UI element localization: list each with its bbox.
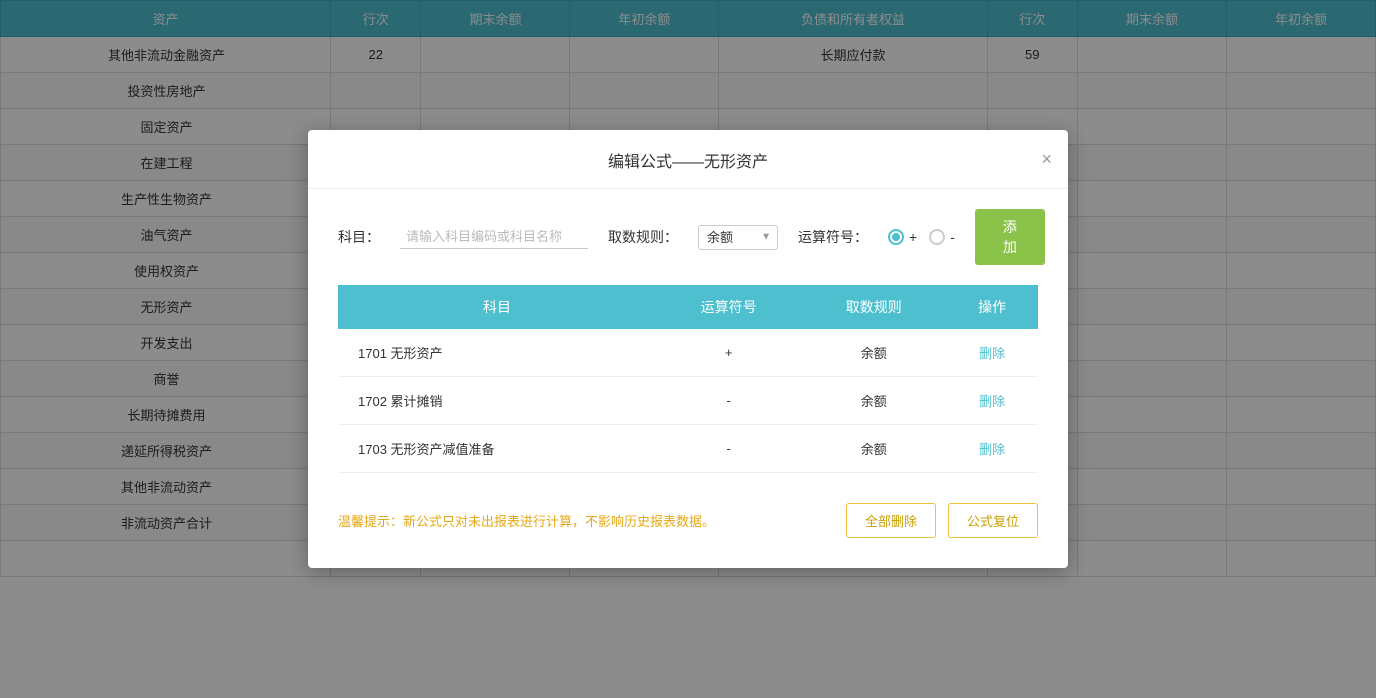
close-button[interactable]: × xyxy=(1041,150,1052,168)
delete-link[interactable]: 删除 xyxy=(979,346,1005,361)
subject-label: 科目： xyxy=(338,227,380,247)
formula-table-wrapper: 科目 运算符号 取数规则 操作 1701 无形资产 + 余额 删除 1702 累… xyxy=(308,285,1068,473)
delete-link[interactable]: 删除 xyxy=(979,394,1005,409)
rule-cell: 余额 xyxy=(801,425,946,473)
radio-minus[interactable]: - xyxy=(929,229,955,245)
footer-buttons: 全部删除 公式复位 xyxy=(846,503,1038,538)
operator-cell: + xyxy=(656,329,801,377)
col-operator-header: 运算符号 xyxy=(656,285,801,329)
action-cell[interactable]: 删除 xyxy=(946,377,1038,425)
operator-label: 运算符号： xyxy=(798,227,868,247)
rule-select-wrapper[interactable]: 余额 借方发生额 贷方发生额 期初余额 ▼ xyxy=(698,225,778,250)
edit-formula-modal: 编辑公式——无形资产 × 科目： 取数规则： 余额 借方发生额 贷方发生额 期初… xyxy=(308,130,1068,568)
rule-select[interactable]: 余额 借方发生额 贷方发生额 期初余额 xyxy=(698,225,778,250)
modal-title: 编辑公式——无形资产 xyxy=(608,148,768,172)
rule-label: 取数规则： xyxy=(608,227,678,247)
action-cell[interactable]: 删除 xyxy=(946,425,1038,473)
subject-cell: 1701 无形资产 xyxy=(338,329,656,377)
add-button[interactable]: 添加 xyxy=(975,209,1045,265)
table-row: 1703 无形资产减值准备 - 余额 删除 xyxy=(338,425,1038,473)
table-row: 1701 无形资产 + 余额 删除 xyxy=(338,329,1038,377)
action-cell[interactable]: 删除 xyxy=(946,329,1038,377)
operator-cell: - xyxy=(656,425,801,473)
radio-plus-circle[interactable] xyxy=(888,229,904,245)
table-row: 1702 累计摊销 - 余额 删除 xyxy=(338,377,1038,425)
rule-cell: 余额 xyxy=(801,377,946,425)
operator-cell: - xyxy=(656,377,801,425)
delete-all-button[interactable]: 全部删除 xyxy=(846,503,936,538)
delete-link[interactable]: 删除 xyxy=(979,442,1005,457)
subject-cell: 1703 无形资产减值准备 xyxy=(338,425,656,473)
radio-plus[interactable]: + xyxy=(888,229,917,245)
subject-input[interactable] xyxy=(400,225,588,249)
form-row: 科目： 取数规则： 余额 借方发生额 贷方发生额 期初余额 ▼ 运算符号： + … xyxy=(308,189,1068,285)
plus-label: + xyxy=(909,229,917,245)
formula-table: 科目 运算符号 取数规则 操作 1701 无形资产 + 余额 删除 1702 累… xyxy=(338,285,1038,473)
tip-text: 温馨提示：新公式只对未出报表进行计算，不影响历史报表数据。 xyxy=(338,511,715,530)
table-header-row: 科目 运算符号 取数规则 操作 xyxy=(338,285,1038,329)
subject-cell: 1702 累计摊销 xyxy=(338,377,656,425)
minus-label: - xyxy=(950,229,955,245)
modal-footer: 温馨提示：新公式只对未出报表进行计算，不影响历史报表数据。 全部删除 公式复位 xyxy=(308,483,1068,538)
col-action-header: 操作 xyxy=(946,285,1038,329)
rule-cell: 余额 xyxy=(801,329,946,377)
col-rule-header: 取数规则 xyxy=(801,285,946,329)
modal-header: 编辑公式——无形资产 × xyxy=(308,130,1068,189)
col-subject-header: 科目 xyxy=(338,285,656,329)
operator-radio-group: + - xyxy=(888,229,955,245)
radio-minus-circle[interactable] xyxy=(929,229,945,245)
reset-formula-button[interactable]: 公式复位 xyxy=(948,503,1038,538)
